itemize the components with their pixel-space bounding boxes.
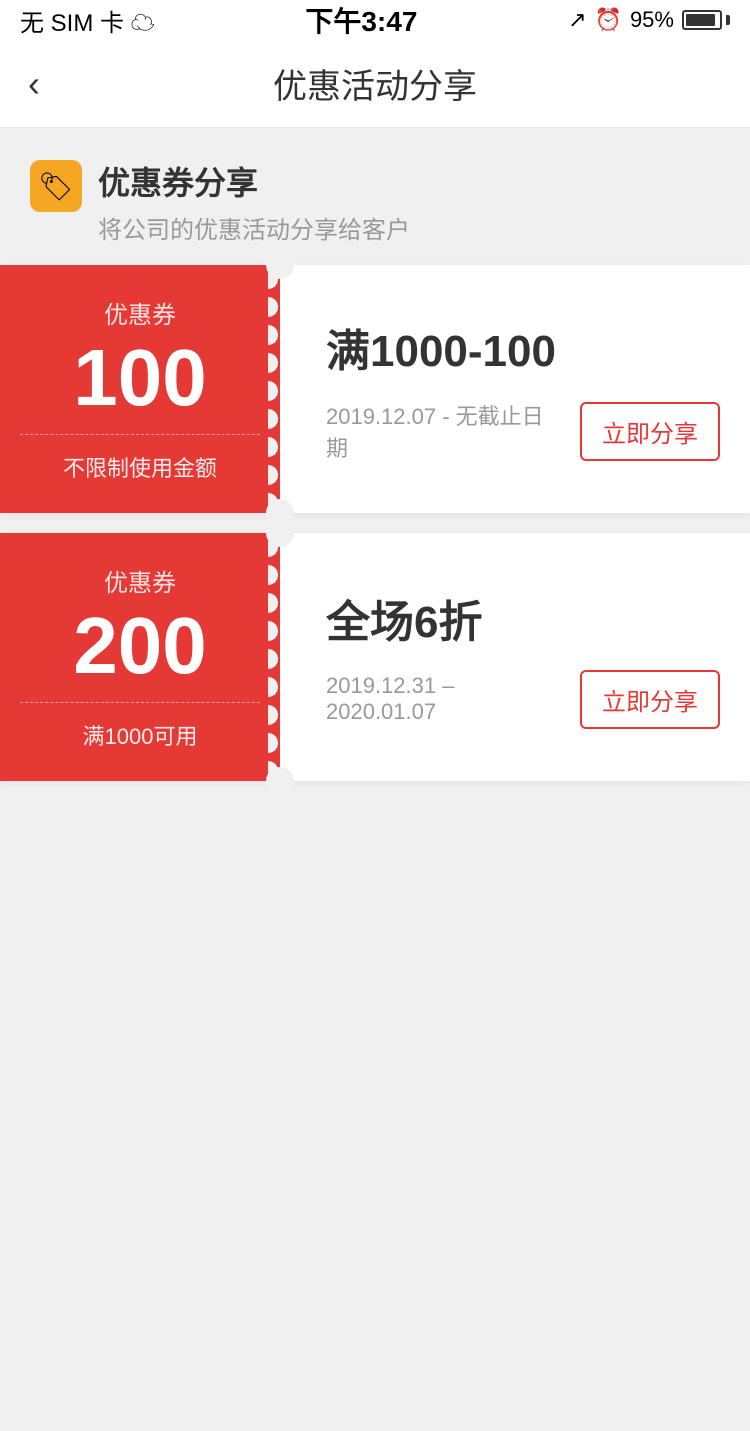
status-bar: 无 SIM 卡 ☁ 下午3:47 ↗ ⏰ 95% bbox=[0, 0, 750, 40]
coupon-share-button-1[interactable]: 立即分享 bbox=[580, 670, 720, 729]
coupon-divider-1 bbox=[20, 702, 260, 703]
coupon-label-0: 优惠券 bbox=[104, 295, 176, 330]
coupon-amount-0: 100 bbox=[73, 338, 206, 418]
coupon-meta-0: 2019.12.07 - 无截止日期 立即分享 bbox=[326, 399, 720, 463]
status-right: ↗ ⏰ 95% bbox=[568, 7, 730, 33]
coupon-meta-1: 2019.12.31 – 2020.01.07 立即分享 bbox=[326, 670, 720, 729]
empty-area bbox=[0, 831, 750, 1431]
coupon-date-0: 2019.12.07 - 无截止日期 bbox=[326, 399, 564, 463]
battery-icon bbox=[682, 10, 730, 30]
battery-percent: 95% bbox=[630, 7, 674, 33]
coupon-left-0: 优惠券 100 不限制使用金额 bbox=[0, 265, 280, 513]
coupon-name-0: 满1000-100 bbox=[326, 315, 720, 379]
coupon-section-icon: 🏷 bbox=[30, 160, 82, 212]
alarm-icon: ⏰ bbox=[595, 7, 622, 33]
coupon-divider-0 bbox=[20, 434, 260, 435]
coupon-name-1: 全场6折 bbox=[326, 586, 720, 650]
status-time: 下午3:47 bbox=[305, 0, 417, 40]
coupon-right-1: 全场6折 2019.12.31 – 2020.01.07 立即分享 bbox=[280, 533, 750, 781]
back-button[interactable]: ‹ bbox=[28, 66, 40, 102]
coupon-condition-1: 满1000可用 bbox=[83, 719, 198, 751]
coupon-notch-top-1 bbox=[266, 519, 294, 547]
section-subtitle: 将公司的优惠活动分享给客户 bbox=[98, 210, 410, 245]
coupon-notch-top-0 bbox=[266, 251, 294, 279]
coupon-list: 优惠券 100 不限制使用金额 满1000-100 2019.12.07 - 无… bbox=[0, 265, 750, 831]
coupon-label-1: 优惠券 bbox=[104, 563, 176, 598]
coupon-amount-1: 200 bbox=[73, 606, 206, 686]
coupon-card: 优惠券 100 不限制使用金额 满1000-100 2019.12.07 - 无… bbox=[0, 265, 750, 513]
section-text: 优惠券分享 将公司的优惠活动分享给客户 bbox=[98, 158, 410, 245]
coupon-share-button-0[interactable]: 立即分享 bbox=[580, 402, 720, 461]
coupon-notch-bottom-1 bbox=[266, 767, 294, 795]
coupon-date-1: 2019.12.31 – 2020.01.07 bbox=[326, 673, 564, 725]
coupon-card: 优惠券 200 满1000可用 全场6折 2019.12.31 – 2020.0… bbox=[0, 533, 750, 781]
section-title: 优惠券分享 bbox=[98, 158, 410, 204]
coupon-condition-0: 不限制使用金额 bbox=[63, 451, 217, 483]
coupon-left-1: 优惠券 200 满1000可用 bbox=[0, 533, 280, 781]
location-icon: ↗ bbox=[568, 7, 586, 33]
sim-status: 无 SIM 卡 ☁ bbox=[20, 3, 155, 38]
nav-bar: ‹ 优惠活动分享 bbox=[0, 40, 750, 128]
status-left: 无 SIM 卡 ☁ bbox=[20, 3, 155, 38]
coupon-right-0: 满1000-100 2019.12.07 - 无截止日期 立即分享 bbox=[280, 265, 750, 513]
section-header: 🏷 优惠券分享 将公司的优惠活动分享给客户 bbox=[0, 128, 750, 265]
page-title: 优惠活动分享 bbox=[273, 59, 477, 108]
